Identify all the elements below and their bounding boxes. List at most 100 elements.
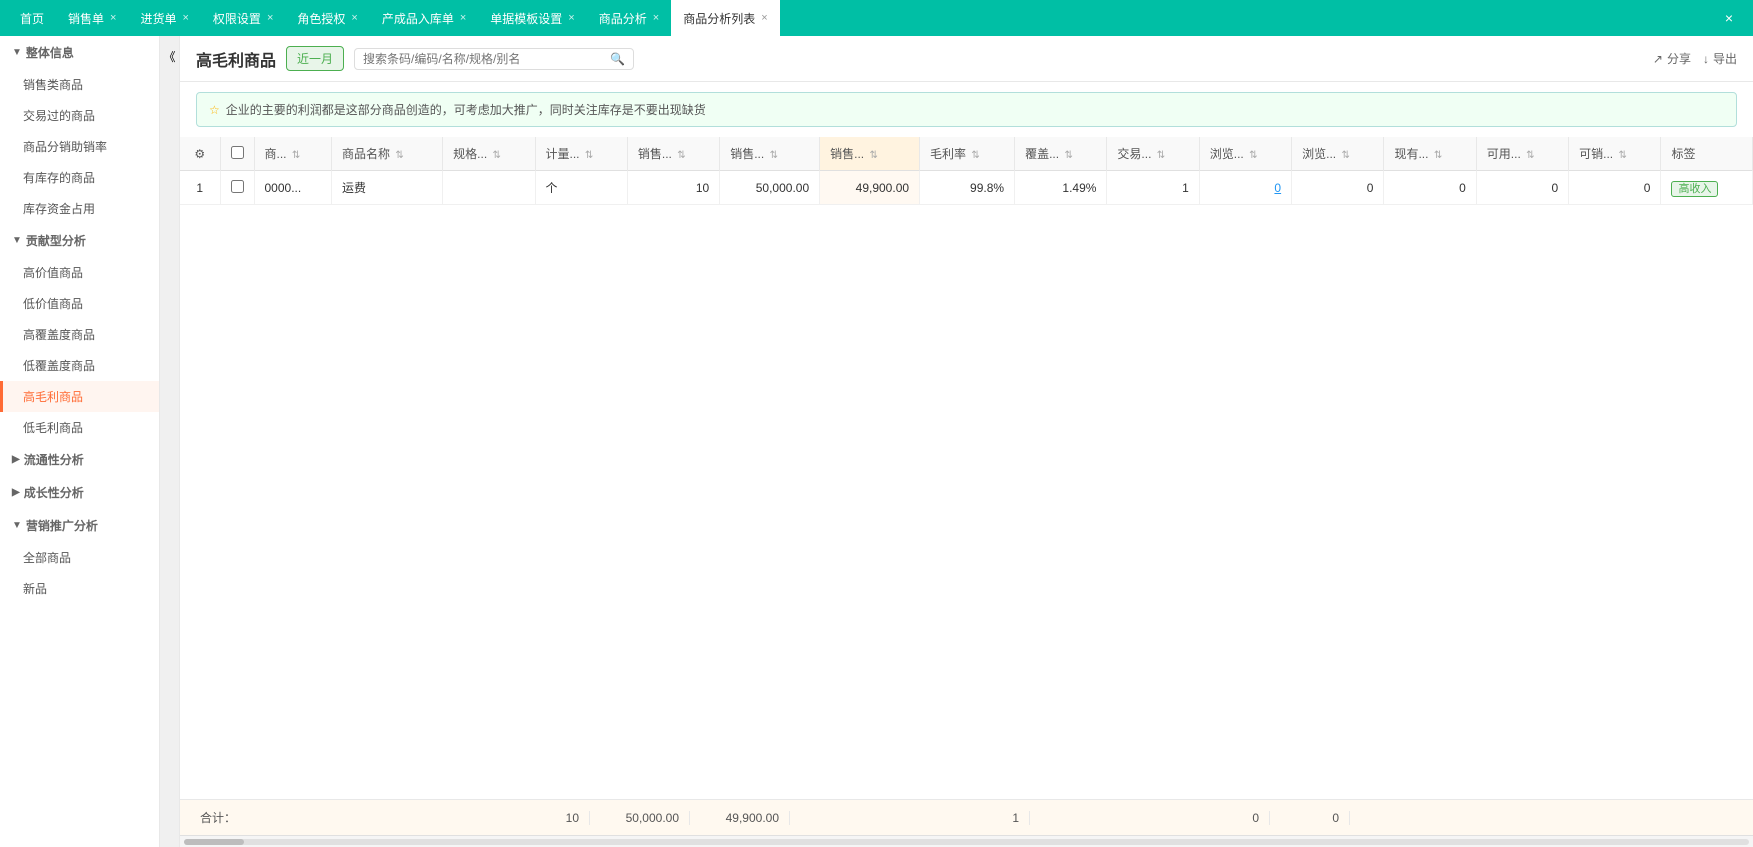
main-layout: ▼ 整体信息 销售类商品 交易过的商品 商品分销助销率 有库存的商品 库存资金占… xyxy=(0,36,1753,847)
total-sales-amount: 50,000.00 xyxy=(590,811,690,825)
sidebar-group-liquidity[interactable]: ▶ 流通性分析 xyxy=(0,443,159,476)
col-stock-current[interactable]: 现有... ⇅ xyxy=(1384,137,1476,171)
row-checkbox[interactable] xyxy=(220,171,254,205)
sidebar-item-sales-goods[interactable]: 销售类商品 xyxy=(0,69,159,100)
sidebar-group-marketing[interactable]: ▼ 营销推广分析 xyxy=(0,509,159,542)
group-growth-arrow: ▶ xyxy=(12,487,20,498)
close-product-analysis-list[interactable]: × xyxy=(761,12,767,24)
table-container: ⚙ 商... ⇅ 商品名称 ⇅ xyxy=(180,137,1753,799)
col-unit[interactable]: 计量... ⇅ xyxy=(535,137,627,171)
select-all-checkbox[interactable] xyxy=(231,146,244,159)
row-stock-current: 0 xyxy=(1384,171,1476,205)
col-browse2[interactable]: 浏览... ⇅ xyxy=(1292,137,1384,171)
sidebar-group-contribution[interactable]: ▼ 贡献型分析 xyxy=(0,224,159,257)
group-marketing-arrow: ▼ xyxy=(12,520,22,531)
row-gross-rate: 99.8% xyxy=(920,171,1015,205)
sort-trade-icon: ⇅ xyxy=(1157,150,1165,161)
col-stock-available[interactable]: 可用... ⇅ xyxy=(1476,137,1568,171)
footer-total: 合计： 10 50,000.00 49,900.00 1 0 0 xyxy=(180,799,1753,835)
close-all-button[interactable]: × xyxy=(1713,10,1745,26)
sort-sales-amount-icon: ⇅ xyxy=(770,150,778,161)
col-trade[interactable]: 交易... ⇅ xyxy=(1107,137,1199,171)
search-input[interactable] xyxy=(363,52,610,66)
close-sales-order[interactable]: × xyxy=(110,12,116,24)
sidebar-item-traded-goods[interactable]: 交易过的商品 xyxy=(0,100,159,131)
nav-role-auth[interactable]: 角色授权 × xyxy=(285,0,369,36)
sort-gross-rate-icon: ⇅ xyxy=(971,150,979,161)
header-actions: ↗ 分享 ↓ 导出 xyxy=(1653,50,1737,67)
close-product-inbound[interactable]: × xyxy=(460,12,466,24)
sidebar-item-low-value[interactable]: 低价值商品 xyxy=(0,288,159,319)
content-header: 高毛利商品 近一月 🔍 ↗ 分享 ↓ 导出 xyxy=(180,36,1753,82)
col-spec[interactable]: 规格... ⇅ xyxy=(443,137,535,171)
row-browse1[interactable]: 0 xyxy=(1199,171,1291,205)
group-contribution-arrow: ▼ xyxy=(12,235,22,246)
export-button[interactable]: ↓ 导出 xyxy=(1703,50,1737,67)
sidebar-item-distribution-rate[interactable]: 商品分销助销率 xyxy=(0,131,159,162)
sidebar-item-all-goods[interactable]: 全部商品 xyxy=(0,542,159,573)
sidebar-item-high-coverage[interactable]: 高覆盖度商品 xyxy=(0,319,159,350)
sidebar-item-stock-capital[interactable]: 库存资金占用 xyxy=(0,193,159,224)
row-stock-available: 0 xyxy=(1476,171,1568,205)
settings-icon: ⚙ xyxy=(194,147,205,161)
col-sales-cost[interactable]: 销售... ⇅ xyxy=(820,137,920,171)
close-product-analysis[interactable]: × xyxy=(653,12,659,24)
col-code[interactable]: 商... ⇅ xyxy=(254,137,332,171)
sidebar-item-new-goods[interactable]: 新品 xyxy=(0,573,159,604)
col-browse1[interactable]: 浏览... ⇅ xyxy=(1199,137,1291,171)
close-purchase-order[interactable]: × xyxy=(182,12,188,24)
close-template-settings[interactable]: × xyxy=(568,12,574,24)
sort-stock-current-icon: ⇅ xyxy=(1434,150,1442,161)
row-sales-qty: 10 xyxy=(627,171,719,205)
scrollbar-thumb[interactable] xyxy=(184,839,244,845)
nav-product-analysis[interactable]: 商品分析 × xyxy=(587,0,671,36)
horizontal-scrollbar[interactable] xyxy=(180,835,1753,847)
row-unit: 个 xyxy=(535,171,627,205)
sort-coverage-icon: ⇅ xyxy=(1064,150,1072,161)
row-num: 1 xyxy=(180,171,220,205)
col-coverage[interactable]: 覆盖... ⇅ xyxy=(1015,137,1107,171)
col-checkbox[interactable] xyxy=(220,137,254,171)
nav-home[interactable]: 首页 xyxy=(8,0,56,36)
sort-unit-icon: ⇅ xyxy=(585,150,593,161)
nav-product-inbound[interactable]: 产成品入库单 × xyxy=(370,0,478,36)
search-box: 🔍 xyxy=(354,48,634,70)
total-stock-available: 0 xyxy=(1270,811,1350,825)
sidebar-item-high-margin[interactable]: 高毛利商品 xyxy=(0,381,159,412)
nav-sales-order[interactable]: 销售单 × xyxy=(56,0,128,36)
total-trade: 1 xyxy=(950,811,1030,825)
nav-template-settings[interactable]: 单据模板设置 × xyxy=(478,0,586,36)
total-sales-cost: 49,900.00 xyxy=(690,811,790,825)
sort-stock-available-icon: ⇅ xyxy=(1526,150,1534,161)
scrollbar-track xyxy=(184,839,1749,845)
sidebar-item-high-value[interactable]: 高价值商品 xyxy=(0,257,159,288)
row-trade: 1 xyxy=(1107,171,1199,205)
sidebar-item-low-coverage[interactable]: 低覆盖度商品 xyxy=(0,350,159,381)
col-gross-rate[interactable]: 毛利率 ⇅ xyxy=(920,137,1015,171)
search-icon[interactable]: 🔍 xyxy=(610,52,625,66)
col-name[interactable]: 商品名称 ⇅ xyxy=(332,137,443,171)
share-button[interactable]: ↗ 分享 xyxy=(1653,50,1691,67)
close-role-auth[interactable]: × xyxy=(351,12,357,24)
sidebar-collapse-button[interactable]: 《 xyxy=(160,36,180,847)
group-overall-arrow: ▼ xyxy=(12,47,22,58)
sort-sales-qty-icon: ⇅ xyxy=(677,150,685,161)
col-settings[interactable]: ⚙ xyxy=(180,137,220,171)
sidebar-group-overall[interactable]: ▼ 整体信息 xyxy=(0,36,159,69)
content-area: 高毛利商品 近一月 🔍 ↗ 分享 ↓ 导出 ☆ 企业的主要的利润都是这部分商品创… xyxy=(180,36,1753,847)
row-sales-amount: 50,000.00 xyxy=(720,171,820,205)
nav-permission-settings[interactable]: 权限设置 × xyxy=(201,0,285,36)
sort-sales-cost-icon: ⇅ xyxy=(869,150,877,161)
col-stock-saleable[interactable]: 可销... ⇅ xyxy=(1569,137,1661,171)
col-sales-amount[interactable]: 销售... ⇅ xyxy=(720,137,820,171)
sidebar-item-in-stock-goods[interactable]: 有库存的商品 xyxy=(0,162,159,193)
close-permission-settings[interactable]: × xyxy=(267,12,273,24)
sidebar-item-low-margin[interactable]: 低毛利商品 xyxy=(0,412,159,443)
sidebar-group-growth[interactable]: ▶ 成长性分析 xyxy=(0,476,159,509)
row-select-checkbox[interactable] xyxy=(231,180,244,193)
col-sales-qty[interactable]: 销售... ⇅ xyxy=(627,137,719,171)
nav-product-analysis-list[interactable]: 商品分析列表 × xyxy=(671,0,779,36)
filter-recent-month-button[interactable]: 近一月 xyxy=(286,46,344,71)
nav-purchase-order[interactable]: 进货单 × xyxy=(128,0,200,36)
product-table: ⚙ 商... ⇅ 商品名称 ⇅ xyxy=(180,137,1753,205)
